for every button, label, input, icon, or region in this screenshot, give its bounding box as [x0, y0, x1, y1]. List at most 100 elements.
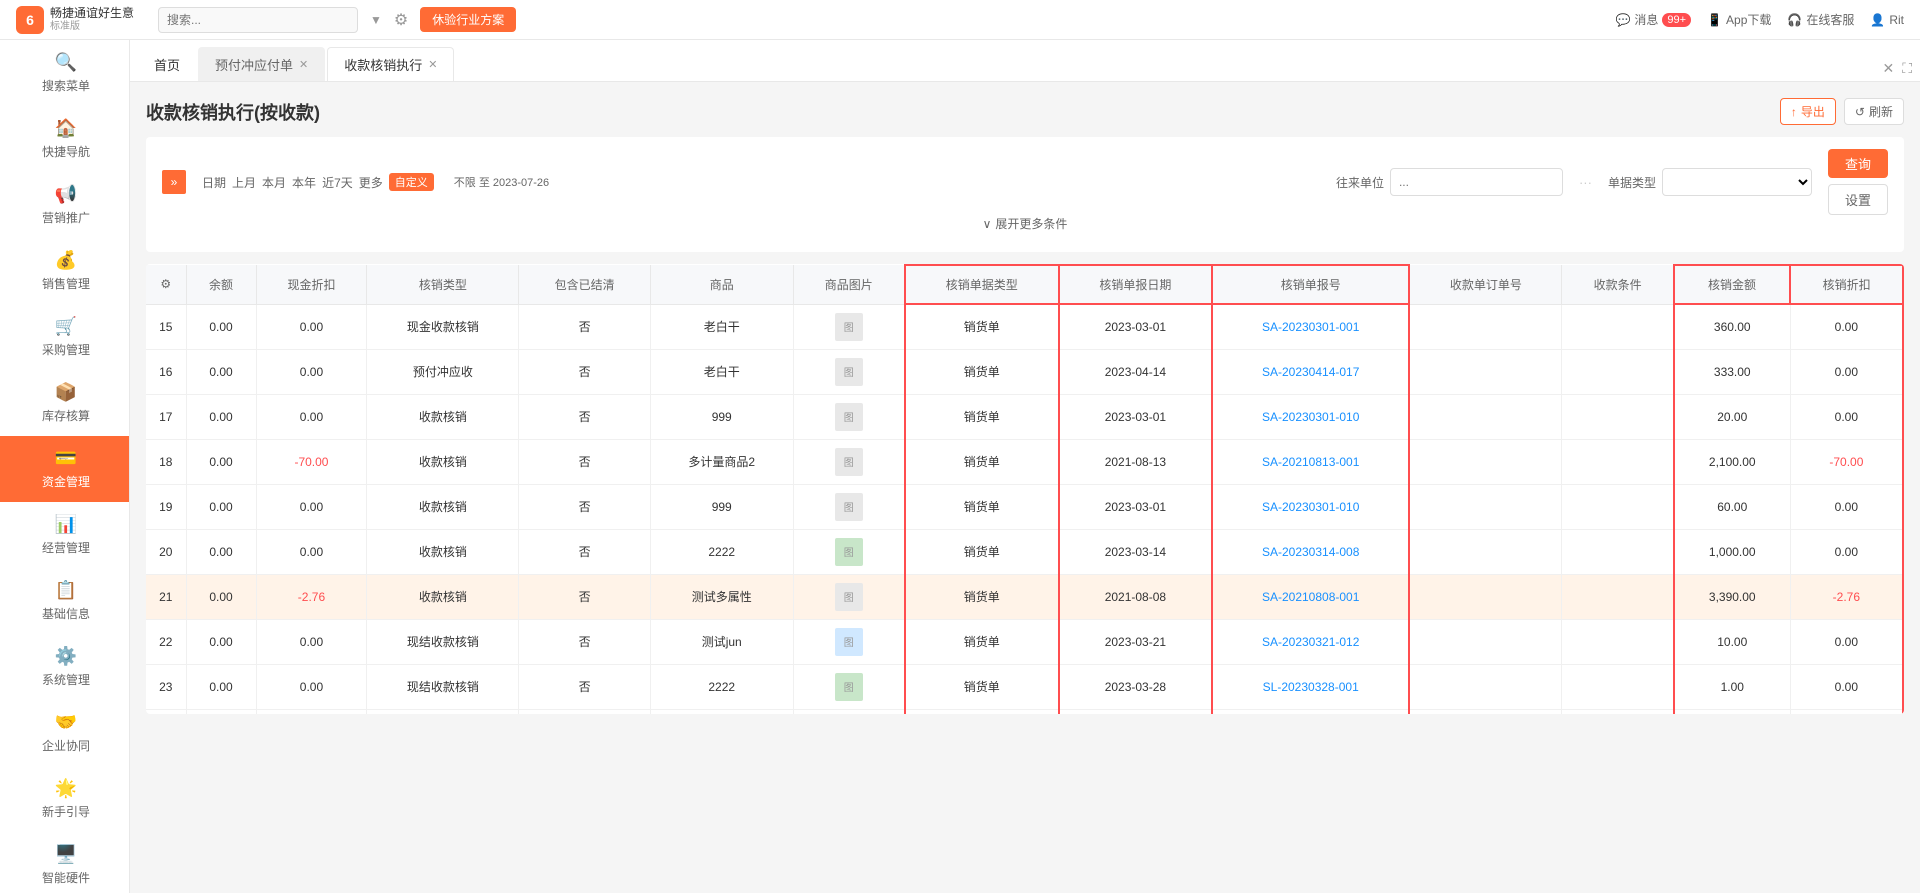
filter-collapse-btn[interactable]: » — [162, 170, 186, 194]
logo: 6 畅捷通谊好生意 标准版 — [16, 6, 146, 34]
cell-receipt-condition — [1562, 664, 1674, 709]
tab-prepay-close[interactable]: ✕ — [299, 58, 308, 71]
industry-button[interactable]: 休验行业方案 — [420, 7, 516, 32]
th-cancel-bill-date: 核销单报日期 — [1059, 265, 1213, 304]
bill-no-link[interactable]: SA-20230414-017 — [1262, 365, 1359, 379]
sidebar-item-basic[interactable]: 📋 基础信息 — [0, 568, 129, 634]
sidebar-item-marketing[interactable]: 📢 营销推广 — [0, 172, 129, 238]
cell-cancel-bill-type: 销货单 — [905, 664, 1059, 709]
cell-num: 15 — [146, 304, 186, 349]
bill-no-link[interactable]: SA-20230314-008 — [1262, 545, 1359, 559]
cell-cancel-amount: 1.00 — [1674, 709, 1790, 714]
table-row: 18 0.00 -70.00 收款核销 否 多计量商品2 图 销货单 2021-… — [146, 439, 1903, 484]
cell-receipt-condition — [1562, 574, 1674, 619]
sidebar-item-purchase[interactable]: 🛒 采购管理 — [0, 304, 129, 370]
headset-icon: 🎧 — [1787, 13, 1802, 27]
cell-cancel-bill-type: 销货单 — [905, 349, 1059, 394]
bill-type-select[interactable] — [1662, 168, 1812, 196]
cell-cancel-bill-no: SA-20210813-001 — [1212, 439, 1409, 484]
cell-include-settled: 否 — [519, 529, 650, 574]
cell-cash-discount: 0.00 — [256, 304, 367, 349]
dropdown-icon[interactable]: ▼ — [370, 13, 382, 27]
cell-cancel-type: 预付冲应收 — [367, 349, 519, 394]
sidebar-item-sales[interactable]: 💰 销售管理 — [0, 238, 129, 304]
user-avatar[interactable]: 👤 Rit — [1870, 13, 1904, 27]
query-button[interactable]: 查询 — [1828, 149, 1888, 178]
cell-cancel-type: 收款核销 — [367, 484, 519, 529]
newbie-icon: 🌟 — [55, 778, 77, 799]
cell-include-settled: 否 — [519, 709, 650, 714]
tab-close-all-icon[interactable]: ✕ — [1882, 60, 1894, 77]
settings-icon[interactable]: ⚙ — [394, 10, 408, 30]
cell-receipt-order-no — [1409, 664, 1562, 709]
refresh-button[interactable]: ↺ 刷新 — [1844, 98, 1904, 125]
tab-cancel-close[interactable]: ✕ — [428, 58, 437, 71]
cell-balance: 0.00 — [186, 394, 256, 439]
sidebar-item-shortcut[interactable]: 🏠 快捷导航 — [0, 106, 129, 172]
cell-balance: 0.00 — [186, 619, 256, 664]
filter-action-btns: 查询 设置 — [1828, 149, 1888, 215]
date-7days[interactable]: 近7天 — [322, 174, 353, 191]
from-unit-input[interactable] — [1390, 168, 1563, 196]
sidebar-item-newbie[interactable]: 🌟 新手引导 — [0, 766, 129, 832]
sidebar-item-business[interactable]: 📊 经营管理 — [0, 502, 129, 568]
search-input[interactable] — [158, 7, 358, 33]
expand-more-btn[interactable]: ∨ 展开更多条件 — [162, 215, 1888, 232]
cell-product: 2222 — [650, 709, 793, 714]
sidebar-item-hardware[interactable]: 🖥️ 智能硬件 — [0, 832, 129, 893]
th-gear[interactable]: ⚙ — [146, 265, 186, 304]
cell-cancel-discount: 0.00 — [1790, 304, 1903, 349]
cell-num: 19 — [146, 484, 186, 529]
sidebar-item-collab[interactable]: 🤝 企业协同 — [0, 700, 129, 766]
table-row: 20 0.00 0.00 收款核销 否 2222 图 销货单 2023-03-1… — [146, 529, 1903, 574]
sidebar-label-purchase: 采购管理 — [42, 341, 90, 358]
tab-fullscreen-icon[interactable]: ⛶ — [1902, 60, 1912, 77]
th-cancel-discount: 核销折扣 — [1790, 265, 1903, 304]
bill-no-link[interactable]: SA-20230321-012 — [1262, 635, 1359, 649]
date-custom[interactable]: 自定义 — [389, 173, 434, 191]
cell-product: 测试多属性 — [650, 574, 793, 619]
export-button[interactable]: ↑ 导出 — [1780, 98, 1836, 125]
online-service-btn[interactable]: 🎧 在线客服 — [1787, 11, 1854, 28]
cell-product-img: 图 — [793, 574, 905, 619]
sidebar-item-system[interactable]: ⚙️ 系统管理 — [0, 634, 129, 700]
table-row: 24 0.00 0.00 现结收款核销 否 2222 图 销货单 2023-03… — [146, 709, 1903, 714]
tab-cancel[interactable]: 收款核销执行 ✕ — [327, 47, 454, 81]
bill-no-link[interactable]: SA-20210813-001 — [1262, 455, 1359, 469]
cell-cancel-discount: -70.00 — [1790, 439, 1903, 484]
app-download-btn[interactable]: 📱 App下载 — [1707, 11, 1771, 28]
date-this-month[interactable]: 本月 — [262, 174, 286, 191]
cell-include-settled: 否 — [519, 664, 650, 709]
date-this-year[interactable]: 本年 — [292, 174, 316, 191]
cell-num: 18 — [146, 439, 186, 484]
date-last-month[interactable]: 上月 — [232, 174, 256, 191]
cell-cancel-discount: 0.00 — [1790, 394, 1903, 439]
export-icon: ↑ — [1791, 105, 1797, 119]
tab-home[interactable]: 首页 — [138, 47, 196, 81]
cell-cash-discount: 0.00 — [256, 394, 367, 439]
cell-cancel-discount: 0.00 — [1790, 484, 1903, 529]
bill-no-link[interactable]: SA-20230301-010 — [1262, 410, 1359, 424]
bill-no-link[interactable]: SA-20230301-010 — [1262, 500, 1359, 514]
date-more[interactable]: 更多 — [359, 174, 383, 191]
cell-num: 17 — [146, 394, 186, 439]
message-btn[interactable]: 💬 消息 99+ — [1615, 11, 1691, 28]
sidebar-label-shortcut: 快捷导航 — [42, 143, 90, 160]
sidebar-item-inventory[interactable]: 📦 库存核算 — [0, 370, 129, 436]
tab-home-label: 首页 — [154, 55, 180, 74]
cell-receipt-order-no — [1409, 529, 1562, 574]
bill-no-link[interactable]: SA-20210808-001 — [1262, 590, 1359, 604]
sidebar-item-search[interactable]: 🔍 搜索菜单 — [0, 40, 129, 106]
expand-more-icon: ∨ — [983, 217, 992, 231]
cell-receipt-condition — [1562, 349, 1674, 394]
cell-cancel-bill-no: SA-20230414-017 — [1212, 349, 1409, 394]
cell-balance: 0.00 — [186, 439, 256, 484]
cell-cash-discount: -70.00 — [256, 439, 367, 484]
bill-no-link[interactable]: SA-20230301-001 — [1262, 320, 1359, 334]
setting-button[interactable]: 设置 — [1828, 184, 1888, 215]
system-icon: ⚙️ — [55, 646, 77, 667]
cell-cancel-bill-type: 销货单 — [905, 394, 1059, 439]
tab-prepay[interactable]: 预付冲应付单 ✕ — [198, 47, 325, 81]
bill-no-link[interactable]: SL-20230328-001 — [1263, 680, 1359, 694]
sidebar-item-finance[interactable]: 💳 资金管理 — [0, 436, 129, 502]
